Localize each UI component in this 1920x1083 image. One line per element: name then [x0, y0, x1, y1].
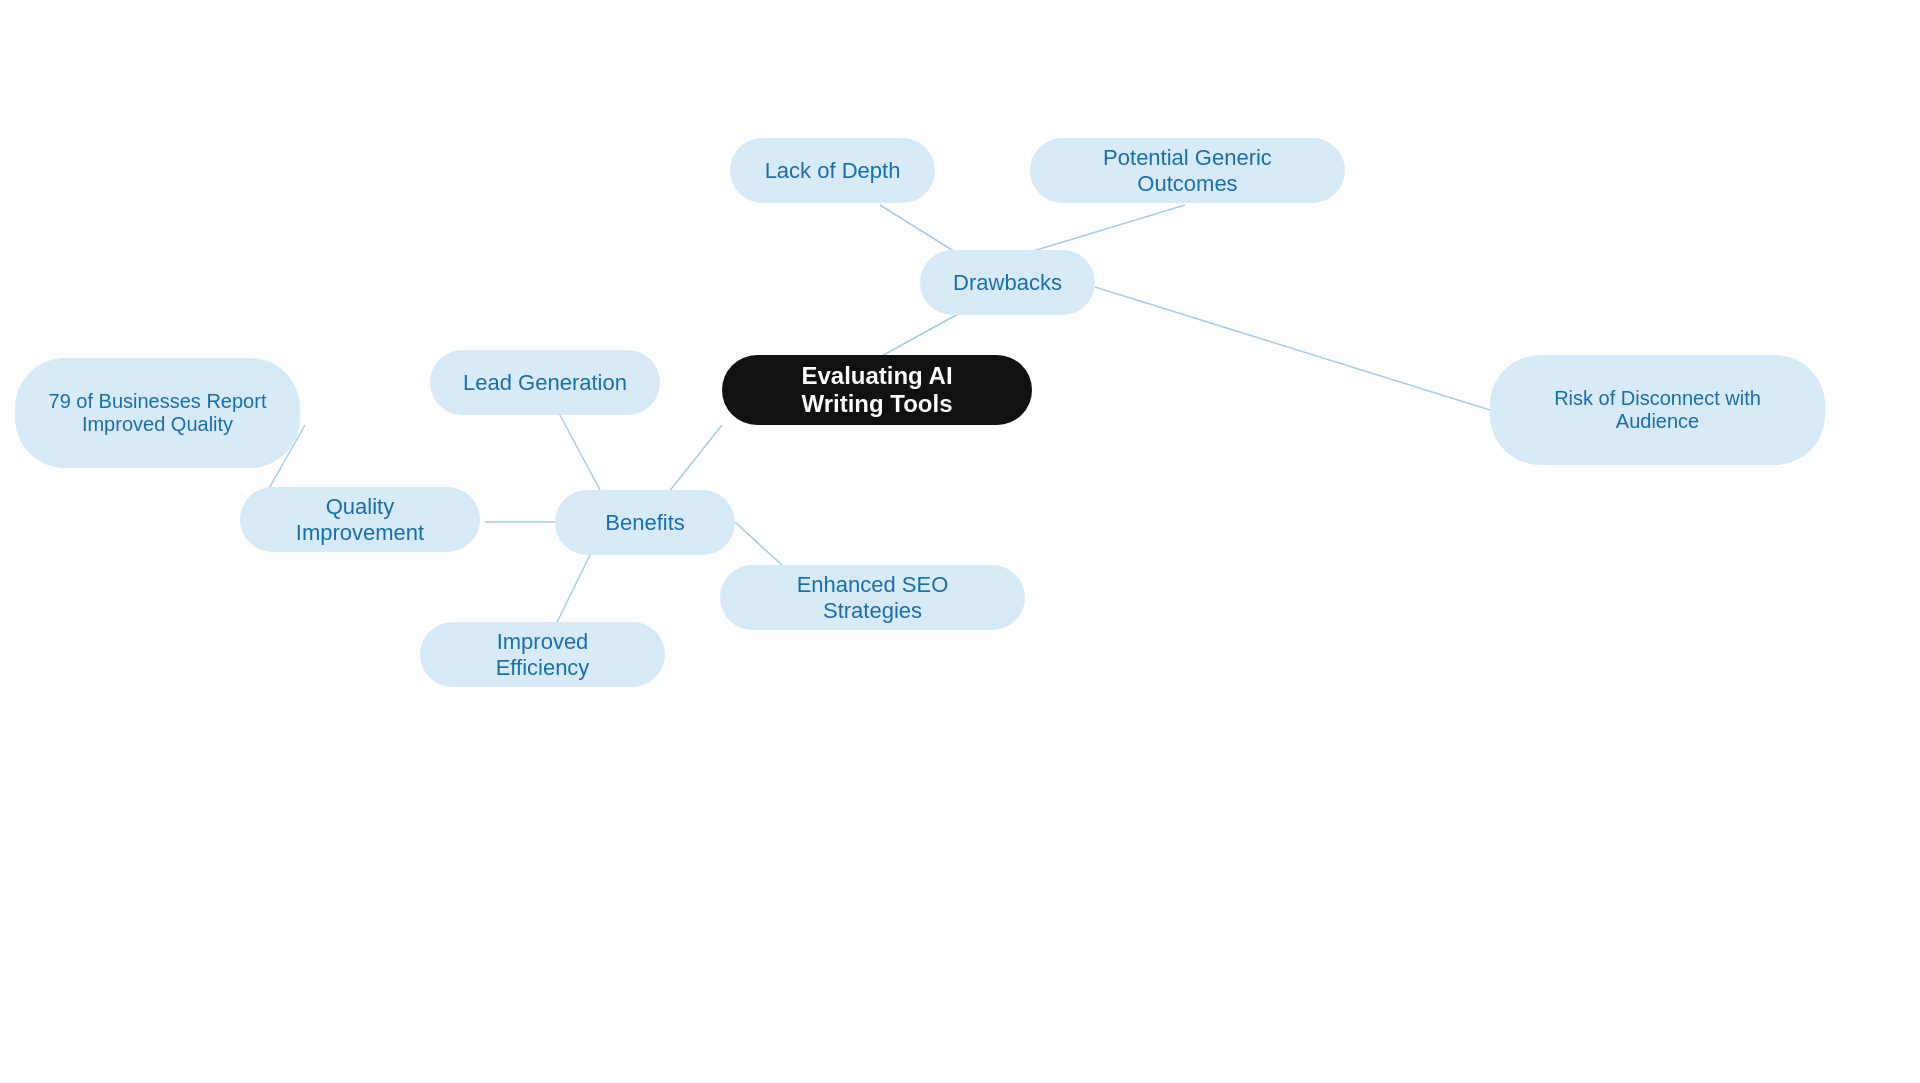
improved-efficiency-label: Improved Efficiency — [450, 629, 635, 681]
svg-line-7 — [880, 205, 960, 255]
svg-line-9 — [1095, 287, 1490, 410]
svg-line-8 — [1020, 205, 1185, 255]
potential-generic-label: Potential Generic Outcomes — [1060, 145, 1315, 197]
79-businesses-node[interactable]: 79 of Businesses Report Improved Quality — [15, 358, 300, 468]
risk-disconnect-label: Risk of Disconnect with Audience — [1520, 387, 1795, 433]
center-node[interactable]: Evaluating AI Writing Tools — [722, 355, 1032, 425]
risk-disconnect-node[interactable]: Risk of Disconnect with Audience — [1490, 355, 1825, 465]
enhanced-seo-node[interactable]: Enhanced SEO Strategies — [720, 565, 1025, 630]
drawbacks-node[interactable]: Drawbacks — [920, 250, 1095, 315]
drawbacks-label: Drawbacks — [953, 270, 1062, 296]
improved-efficiency-node[interactable]: Improved Efficiency — [420, 622, 665, 687]
79-businesses-label: 79 of Businesses Report Improved Quality — [45, 390, 270, 436]
benefits-node[interactable]: Benefits — [555, 490, 735, 555]
quality-improvement-label: Quality Improvement — [270, 494, 450, 546]
enhanced-seo-label: Enhanced SEO Strategies — [750, 572, 995, 624]
lack-of-depth-node[interactable]: Lack of Depth — [730, 138, 935, 203]
lead-generation-node[interactable]: Lead Generation — [430, 350, 660, 415]
lack-of-depth-label: Lack of Depth — [765, 158, 901, 184]
lead-generation-label: Lead Generation — [463, 370, 627, 396]
quality-improvement-node[interactable]: Quality Improvement — [240, 487, 480, 552]
potential-generic-node[interactable]: Potential Generic Outcomes — [1030, 138, 1345, 203]
benefits-label: Benefits — [605, 510, 685, 536]
